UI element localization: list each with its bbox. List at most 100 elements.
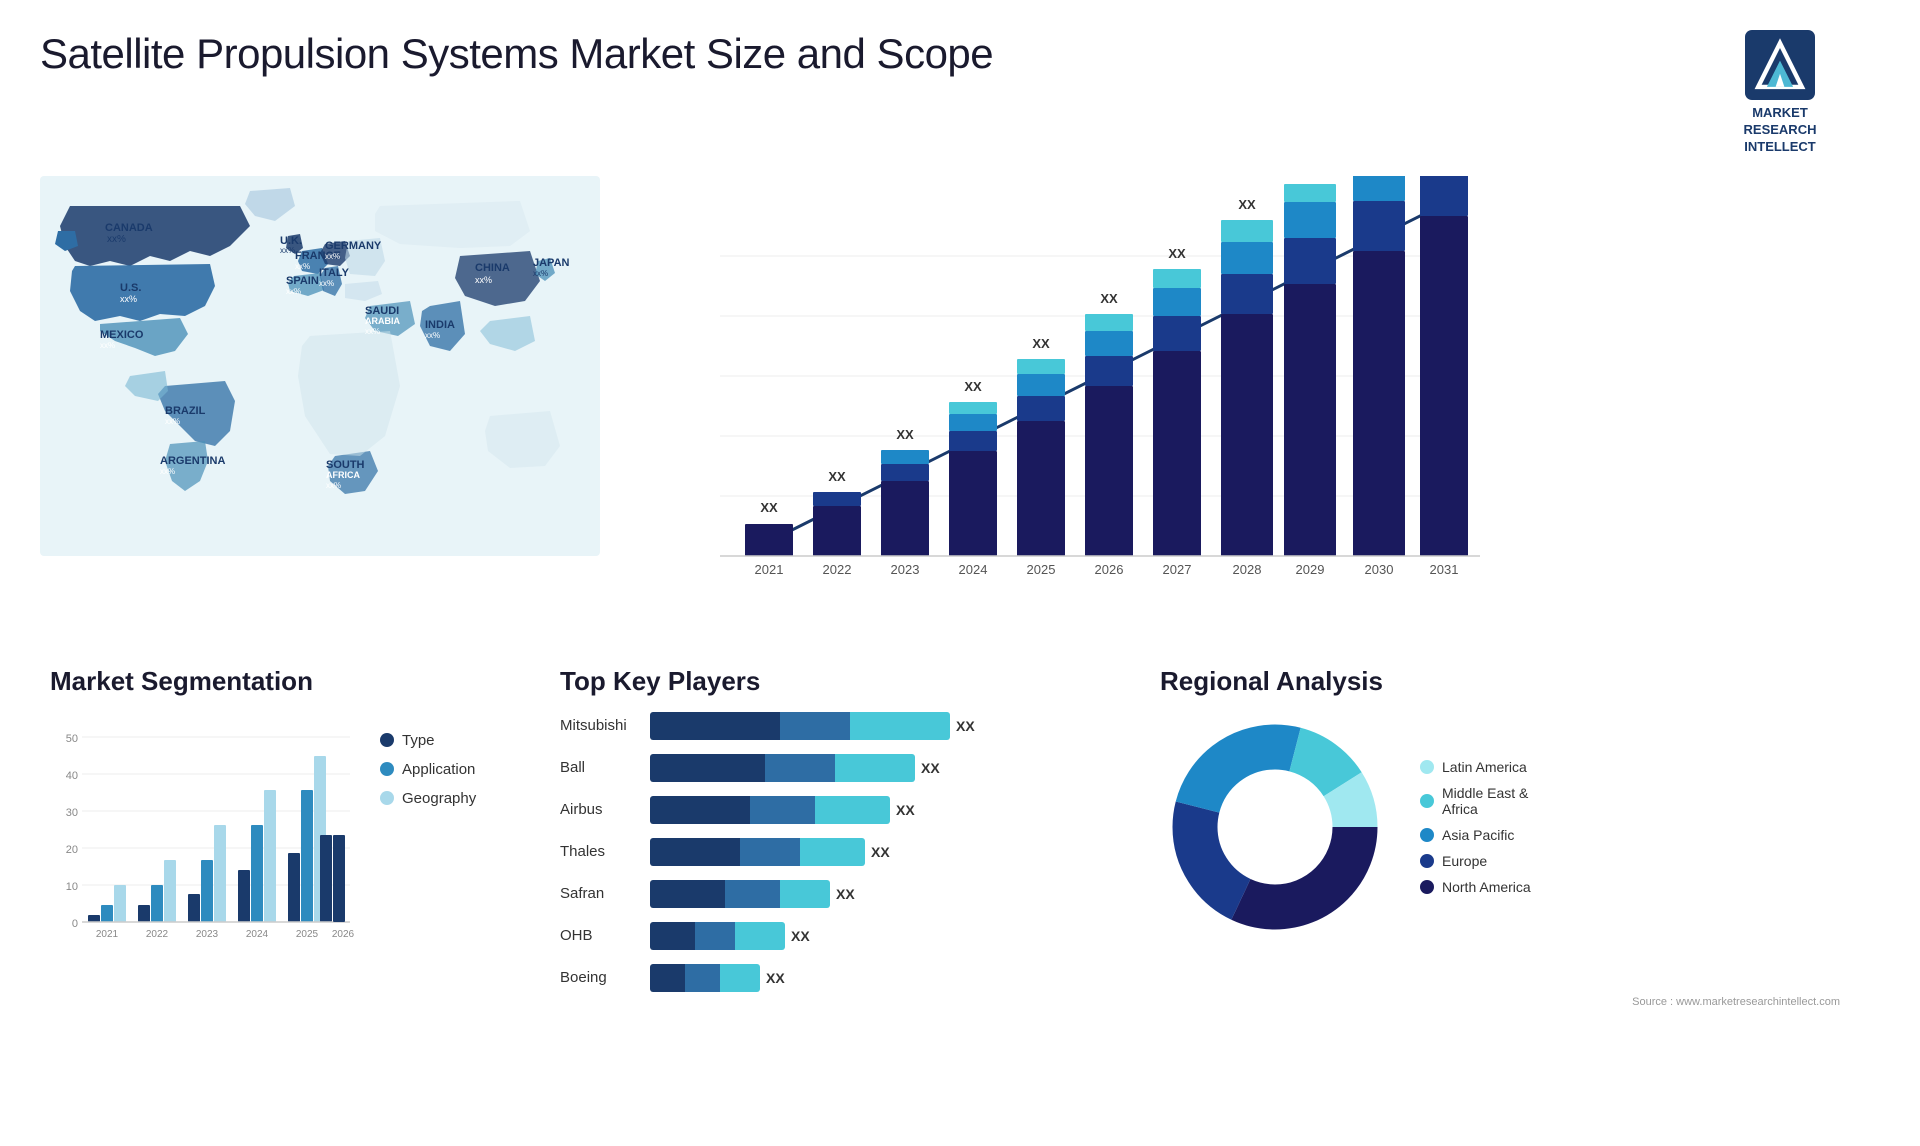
player-bar-ball: XX	[650, 754, 1100, 782]
mexico-value: xx%	[100, 341, 115, 350]
bar-label-2022: XX	[828, 469, 846, 484]
application-dot	[380, 762, 394, 776]
world-map-svg: CANADA xx% U.S. xx% MEXICO xx% BRAZIL xx…	[40, 176, 600, 556]
mexico-label: MEXICO	[100, 329, 144, 341]
donut-svg	[1160, 712, 1390, 942]
us-value: xx%	[120, 294, 137, 304]
legend-north-america-label: North America	[1442, 879, 1531, 895]
player-value-airbus: XX	[896, 802, 915, 818]
player-row-safran: Safran XX	[560, 880, 1100, 908]
player-bar-ohb: XX	[650, 922, 1100, 950]
legend-europe: Europe	[1420, 853, 1531, 869]
segmentation-title: Market Segmentation	[50, 666, 510, 697]
player-value-ball: XX	[921, 760, 940, 776]
svg-text:2024: 2024	[246, 929, 269, 940]
seg-legend-geography: Geography	[380, 790, 476, 807]
bar-label-2026: XX	[1100, 291, 1118, 306]
player-row-ohb: OHB XX	[560, 922, 1100, 950]
argentina-label: ARGENTINA	[160, 455, 225, 467]
saudi-value: xx%	[365, 327, 380, 336]
player-name-thales: Thales	[560, 843, 640, 860]
player-name-airbus: Airbus	[560, 801, 640, 818]
player-bar-mitsubishi: XX	[650, 712, 1100, 740]
japan-label: JAPAN	[533, 257, 570, 269]
middle-east-dot	[1420, 794, 1434, 808]
main-grid: CANADA xx% U.S. xx% MEXICO xx% BRAZIL xx…	[0, 166, 1920, 1026]
geography-dot	[380, 791, 394, 805]
player-value-ohb: XX	[791, 928, 810, 944]
player-row-ball: Ball XX	[560, 754, 1100, 782]
svg-text:2026: 2026	[332, 929, 355, 940]
spain-value: xx%	[286, 287, 301, 296]
legend-latin-america: Latin America	[1420, 759, 1531, 775]
canada-label: CANADA	[105, 222, 153, 234]
player-bar-thales: XX	[650, 838, 1100, 866]
bar-label-2028: XX	[1238, 197, 1256, 212]
type-dot	[380, 733, 394, 747]
bar-year-2021: 2021	[755, 562, 784, 577]
player-value-thales: XX	[871, 844, 890, 860]
europe-dot	[1420, 854, 1434, 868]
bar-label-2024: XX	[964, 379, 982, 394]
india-label: INDIA	[425, 319, 455, 331]
svg-text:2022: 2022	[146, 929, 169, 940]
uk-value: xx%	[280, 246, 295, 255]
bar-chart-svg: XX 2021 XX 2022 XX 2023 XX 2024	[660, 176, 1480, 606]
player-row-thales: Thales XX	[560, 838, 1100, 866]
legend-middle-east: Middle East &Africa	[1420, 785, 1531, 817]
svg-text:10: 10	[66, 881, 78, 893]
logo-icon	[1745, 30, 1815, 100]
seg-legend-application-label: Application	[402, 761, 475, 778]
svg-text:2023: 2023	[196, 929, 219, 940]
southafrica-value: xx%	[326, 481, 341, 490]
asia-pacific-dot	[1420, 828, 1434, 842]
germany-value: xx%	[325, 252, 340, 261]
regional-legend: Latin America Middle East &Africa Asia P…	[1420, 759, 1531, 895]
canada-value: xx%	[107, 234, 126, 245]
players-title: Top Key Players	[560, 666, 1100, 697]
svg-text:30: 30	[66, 807, 78, 819]
player-row-boeing: Boeing XX	[560, 964, 1100, 992]
seg-legend: Type Application Geography	[380, 732, 476, 807]
svg-text:50: 50	[66, 733, 78, 745]
italy-value: xx%	[319, 279, 334, 288]
us-label: U.S.	[120, 282, 141, 294]
italy-label: ITALY	[319, 267, 350, 279]
player-value-mitsubishi: XX	[956, 718, 975, 734]
bar-year-2027: 2027	[1163, 562, 1192, 577]
segmentation-section: Market Segmentation 0 10 20 30 40 50	[40, 656, 520, 1016]
southafrica-label2: AFRICA	[326, 470, 360, 480]
bar-year-2026: 2026	[1095, 562, 1124, 577]
world-map-container: CANADA xx% U.S. xx% MEXICO xx% BRAZIL xx…	[40, 176, 600, 556]
latin-america-dot	[1420, 760, 1434, 774]
bar-year-2022: 2022	[823, 562, 852, 577]
bar-year-2028: 2028	[1233, 562, 1262, 577]
header: Satellite Propulsion Systems Market Size…	[0, 0, 1920, 166]
bar-year-2024: 2024	[959, 562, 988, 577]
north-america-dot	[1420, 880, 1434, 894]
bar-year-2023: 2023	[891, 562, 920, 577]
france-value: xx%	[295, 262, 310, 271]
legend-asia-pacific-label: Asia Pacific	[1442, 827, 1514, 843]
svg-text:2021: 2021	[96, 929, 119, 940]
map-section: CANADA xx% U.S. xx% MEXICO xx% BRAZIL xx…	[40, 166, 620, 646]
seg-legend-type: Type	[380, 732, 476, 749]
bar-year-2029: 2029	[1296, 562, 1325, 577]
germany-label: GERMANY	[325, 240, 382, 252]
svg-text:20: 20	[66, 844, 78, 856]
seg-chart-svg: 0 10 20 30 40 50	[50, 712, 360, 942]
japan-value: xx%	[533, 269, 548, 278]
china-value: xx%	[475, 275, 492, 285]
bar-label-2027: XX	[1168, 246, 1186, 261]
brazil-value: xx%	[165, 417, 180, 426]
seg-chart-container: 0 10 20 30 40 50	[50, 712, 510, 942]
player-bar-boeing: XX	[650, 964, 1100, 992]
player-row-airbus: Airbus XX	[560, 796, 1100, 824]
argentina-value: xx%	[160, 467, 175, 476]
legend-europe-label: Europe	[1442, 853, 1487, 869]
player-row-mitsubishi: Mitsubishi XX	[560, 712, 1100, 740]
legend-latin-america-label: Latin America	[1442, 759, 1527, 775]
players-section: Top Key Players Mitsubishi XX Ball	[540, 656, 1120, 1016]
player-name-ohb: OHB	[560, 927, 640, 944]
regional-title: Regional Analysis	[1160, 666, 1860, 697]
